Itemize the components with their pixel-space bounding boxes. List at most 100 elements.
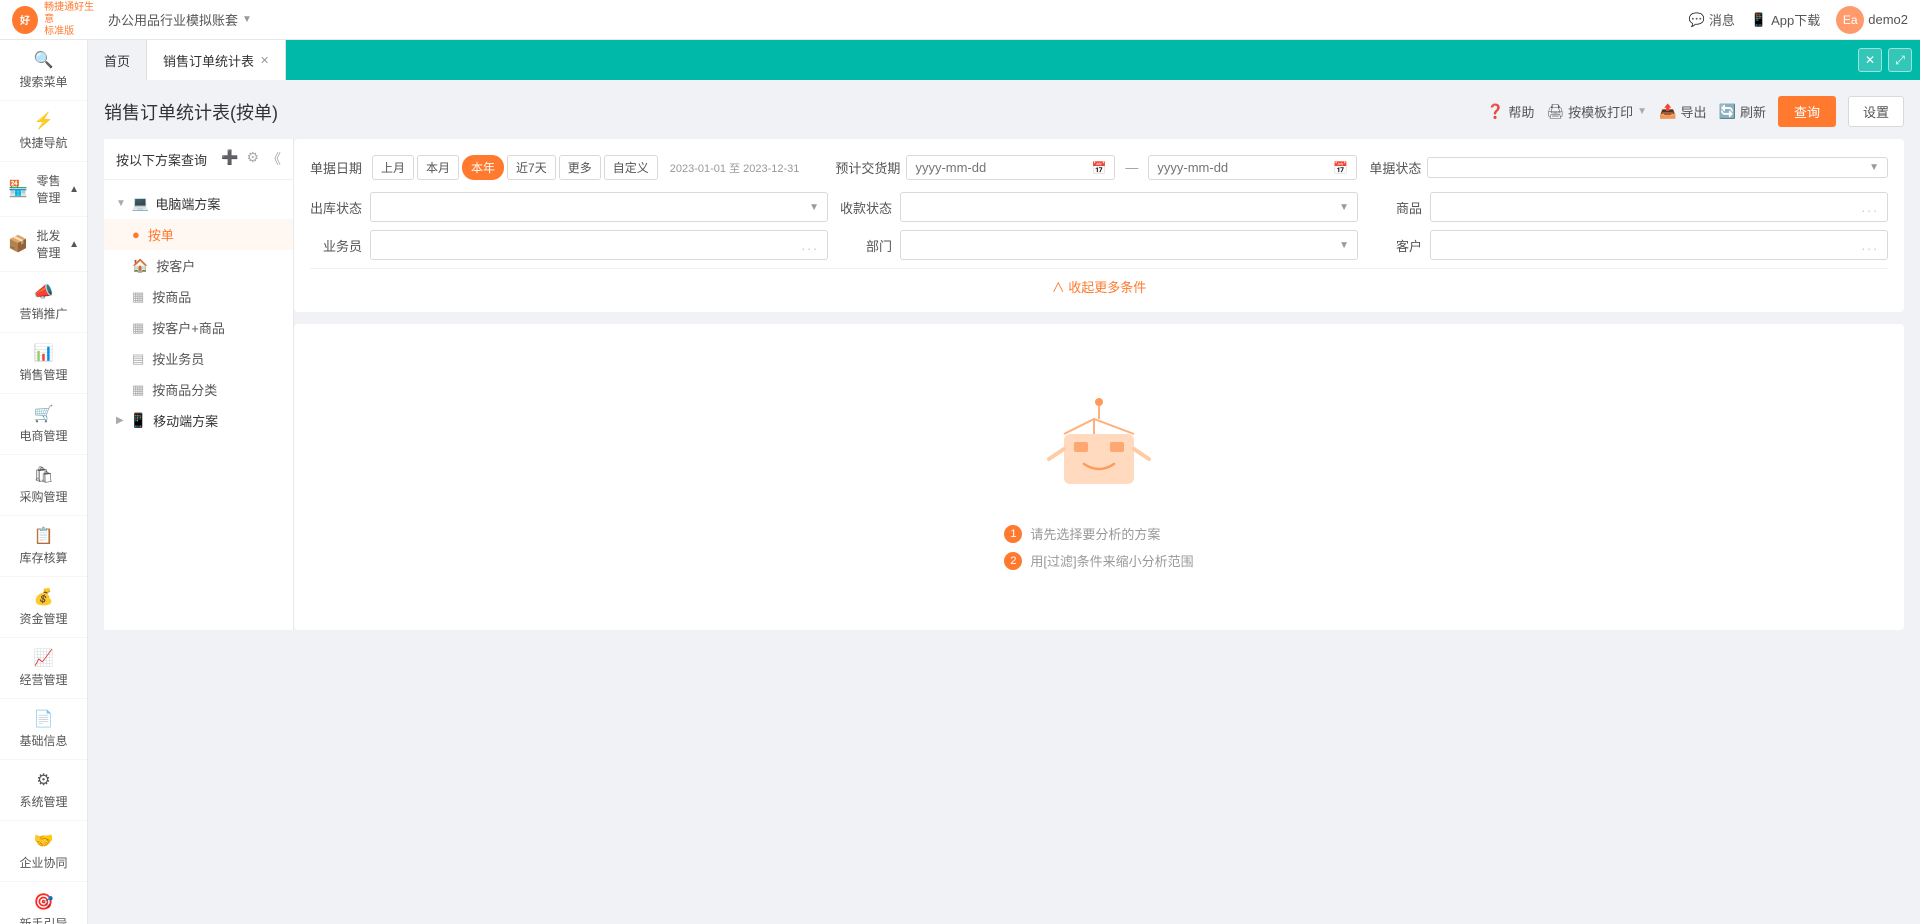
expected-date-to-input[interactable] <box>1157 160 1333 175</box>
message-button[interactable]: 💬 消息 <box>1689 10 1735 29</box>
sidebar-item-sales-mgmt-label: 销售管理 <box>19 366 67 383</box>
scheme-settings-button[interactable]: ⚙ <box>246 149 259 169</box>
date-btn-more[interactable]: 更多 <box>559 155 601 180</box>
date-btn-this-month[interactable]: 本月 <box>417 155 459 180</box>
panel-header: 按以下方案查询 ➕ ⚙ 《 <box>104 139 293 180</box>
delivery-select[interactable]: ▼ <box>370 192 828 222</box>
refresh-button[interactable]: 🔄 刷新 <box>1719 102 1766 121</box>
scheme-item-by-salesman[interactable]: ▤ 按业务员 <box>104 343 293 374</box>
workspace-area: 办公用品行业模拟账套 ▼ <box>108 10 1681 29</box>
customer-more-icon: ... <box>1861 237 1879 253</box>
refresh-label: 刷新 <box>1740 102 1766 121</box>
sidebar-item-basic-info[interactable]: 📄 基础信息 <box>0 699 87 760</box>
inventory-icon: 📋 <box>34 526 54 546</box>
hint-num-2: 2 <box>1004 552 1022 570</box>
sidebar-item-marketing[interactable]: 📣 营销推广 <box>0 272 87 333</box>
collapse-panel-button[interactable]: 《 <box>267 149 281 169</box>
date-btn-last-month[interactable]: 上月 <box>372 155 414 180</box>
customer-select[interactable]: ... <box>1430 230 1888 260</box>
scheme-item-by-customer[interactable]: 🏠 按客户 <box>104 250 293 281</box>
sidebar-item-search[interactable]: 🔍 搜索菜单 <box>0 40 87 101</box>
scheme-group-pc-header[interactable]: ▼ 💻 电脑端方案 <box>104 188 293 219</box>
add-scheme-button[interactable]: ➕ <box>221 149 238 169</box>
page-title: 销售订单统计表(按单) <box>104 99 278 125</box>
scheme-item-by-order[interactable]: ● 按单 <box>104 219 293 250</box>
calendar-from-icon: 📅 <box>1091 161 1106 175</box>
sidebar-item-quick-nav[interactable]: ⚡ 快捷导航 <box>0 101 87 162</box>
date-btn-last-7[interactable]: 近7天 <box>507 155 556 180</box>
tab-sales-stats-close[interactable]: ✕ <box>260 54 269 67</box>
expand-window-button[interactable]: ⤢ <box>1888 48 1912 72</box>
sidebar-item-corp[interactable]: 🤝 企业协同 <box>0 821 87 882</box>
sidebar-item-wholesale-label: 批发管理 <box>32 227 65 261</box>
expected-date-from-input[interactable] <box>915 160 1091 175</box>
page-content: 销售订单统计表(按单) ❓ 帮助 🖨 按模板打印 ▼ 📤 导出 <box>88 80 1920 924</box>
help-button[interactable]: ❓ 帮助 <box>1487 102 1534 121</box>
app-download-button[interactable]: 📱 App下载 <box>1751 10 1820 29</box>
sidebar-item-retail[interactable]: 🏪 零售管理 ▲ <box>0 162 87 217</box>
query-button[interactable]: 查询 <box>1778 96 1836 127</box>
by-product-label: 按商品 <box>152 287 191 306</box>
scheme-group-mobile: ▶ 📱 移动端方案 <box>104 405 293 436</box>
expected-date-to[interactable]: 📅 <box>1148 155 1357 180</box>
product-label: 商品 <box>1370 198 1422 217</box>
retail-arrow-icon: ▲ <box>69 184 79 195</box>
sidebar-item-wholesale[interactable]: 📦 批发管理 ▲ <box>0 217 87 272</box>
calendar-to-icon: 📅 <box>1333 161 1348 175</box>
sidebar-item-ecommerce[interactable]: 🛒 电商管理 <box>0 394 87 455</box>
expected-date-from[interactable]: 📅 <box>906 155 1115 180</box>
sidebar-item-retail-label: 零售管理 <box>32 172 65 206</box>
sidebar-item-ops[interactable]: 📈 经营管理 <box>0 638 87 699</box>
dept-select[interactable]: ▼ <box>900 230 1358 260</box>
product-select[interactable]: ... <box>1430 192 1888 222</box>
close-window-button[interactable]: ✕ <box>1858 48 1882 72</box>
empty-svg <box>1039 384 1159 504</box>
empty-hints: 1 请先选择要分析的方案 2 用[过滤]条件来缩小分析范围 <box>1004 524 1193 570</box>
workspace-selector[interactable]: 办公用品行业模拟账套 ▼ <box>108 10 252 29</box>
receipt-select[interactable]: ▼ <box>900 192 1358 222</box>
by-product-icon: ▦ <box>132 289 144 305</box>
sidebar-item-ops-label: 经营管理 <box>19 671 67 688</box>
salesman-select[interactable]: ... <box>370 230 828 260</box>
filter-row-3: 业务员 ... 部门 ▼ <box>310 230 1888 260</box>
empty-hint-2: 2 用[过滤]条件来缩小分析范围 <box>1004 551 1193 570</box>
date-btn-custom[interactable]: 自定义 <box>604 155 658 180</box>
scheme-group-mobile-header[interactable]: ▶ 📱 移动端方案 <box>104 405 293 436</box>
sidebar-item-sales-mgmt[interactable]: 📊 销售管理 <box>0 333 87 394</box>
date-btn-this-year[interactable]: 本年 <box>462 155 504 180</box>
print-chevron-icon: ▼ <box>1637 106 1647 117</box>
top-bar-right: 💬 消息 📱 App下载 Ea demo2 <box>1689 6 1908 34</box>
hint-text-2: 用[过滤]条件来缩小分析范围 <box>1030 551 1193 570</box>
avatar: Ea <box>1836 6 1864 34</box>
sidebar-item-inventory-label: 库存核算 <box>19 549 67 566</box>
help-icon: ❓ <box>1487 103 1504 120</box>
collapse-bar[interactable]: ∧ 收起更多条件 <box>310 268 1888 304</box>
sidebar: 🔍 搜索菜单 ⚡ 快捷导航 🏪 零售管理 ▲ 📦 批发管理 ▲ 📣 营销推广 📊… <box>0 40 88 924</box>
app-download-icon: 📱 <box>1751 12 1767 28</box>
user-area[interactable]: Ea demo2 <box>1836 6 1908 34</box>
message-icon: 💬 <box>1689 12 1705 28</box>
date-range-display: 2023-01-01 至 2023-12-31 <box>670 160 800 176</box>
sidebar-item-newbie[interactable]: 🎯 新手引导 <box>0 882 87 924</box>
scheme-item-by-cust-prod[interactable]: ▦ 按客户+商品 <box>104 312 293 343</box>
settings-button[interactable]: 设置 <box>1848 96 1904 127</box>
status-select[interactable]: ▼ <box>1427 157 1888 178</box>
basic-info-icon: 📄 <box>34 709 54 729</box>
retail-icon: 🏪 <box>8 179 28 199</box>
sidebar-item-system[interactable]: ⚙ 系统管理 <box>0 760 87 821</box>
status-label: 单据状态 <box>1369 158 1421 177</box>
scheme-item-by-category[interactable]: ▦ 按商品分类 <box>104 374 293 405</box>
by-customer-icon: 🏠 <box>132 258 148 274</box>
sidebar-item-finance[interactable]: 💰 资金管理 <box>0 577 87 638</box>
scheme-item-by-product[interactable]: ▦ 按商品 <box>104 281 293 312</box>
by-category-icon: ▦ <box>132 382 144 398</box>
panel-header-title: 按以下方案查询 <box>116 150 207 169</box>
date-separator: — <box>1121 160 1142 175</box>
tab-home[interactable]: 首页 <box>88 40 147 80</box>
sidebar-item-purchase[interactable]: 🛍 采购管理 <box>0 455 87 516</box>
sidebar-item-inventory[interactable]: 📋 库存核算 <box>0 516 87 577</box>
left-panel: 按以下方案查询 ➕ ⚙ 《 ▼ 💻 电脑端方案 <box>104 139 294 630</box>
print-button[interactable]: 🖨 按模板打印 ▼ <box>1546 102 1647 121</box>
tab-sales-stats[interactable]: 销售订单统计表 ✕ <box>147 40 286 80</box>
export-button[interactable]: 📤 导出 <box>1659 102 1706 121</box>
